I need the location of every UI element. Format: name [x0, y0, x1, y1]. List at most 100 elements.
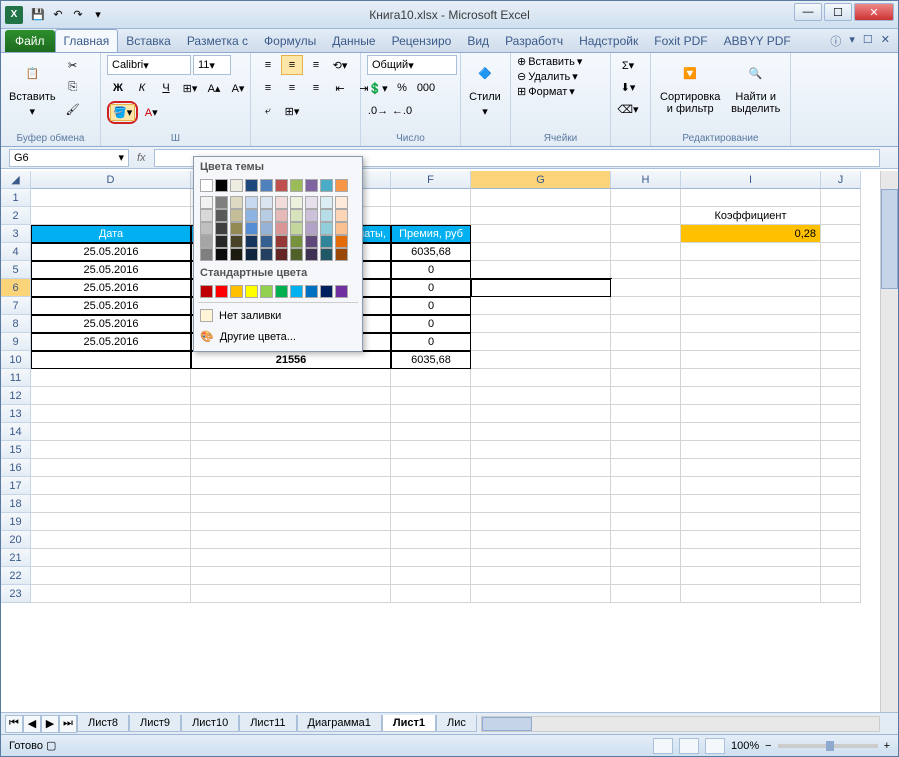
cell[interactable]: 0 [391, 279, 471, 297]
currency-button[interactable]: 💲▾ [367, 78, 389, 98]
cell[interactable] [191, 531, 391, 549]
cell[interactable] [681, 567, 821, 585]
cell[interactable] [611, 369, 681, 387]
percent-button[interactable]: % [391, 78, 413, 98]
cell[interactable]: Премия, руб [391, 225, 471, 243]
cell[interactable]: 6035,68 [391, 243, 471, 261]
sheet-nav-next[interactable]: ▶ [41, 715, 59, 733]
border-button[interactable]: ⊞▾ [179, 78, 201, 98]
cell[interactable] [471, 279, 611, 297]
align-right-button[interactable]: ≡ [305, 78, 327, 98]
cell[interactable] [471, 207, 611, 225]
orientation-button[interactable]: ⟲▾ [329, 55, 351, 75]
color-swatch[interactable] [230, 248, 243, 261]
sheet-tab[interactable]: Диаграмма1 [297, 715, 382, 732]
color-swatch[interactable] [260, 209, 273, 222]
cell[interactable] [31, 549, 191, 567]
cell[interactable] [391, 423, 471, 441]
row-header[interactable]: 9 [1, 333, 31, 351]
file-tab[interactable]: Файл [5, 30, 55, 52]
row-header[interactable]: 4 [1, 243, 31, 261]
color-swatch[interactable] [245, 196, 258, 209]
cell[interactable] [681, 459, 821, 477]
cell[interactable] [611, 567, 681, 585]
cell[interactable] [681, 549, 821, 567]
sheet-tab[interactable]: Лист8 [77, 715, 129, 732]
align-top-button[interactable]: ≡ [257, 55, 279, 75]
cell[interactable] [191, 369, 391, 387]
cell[interactable] [191, 423, 391, 441]
hscroll-thumb[interactable] [482, 717, 532, 731]
color-swatch[interactable] [245, 209, 258, 222]
color-swatch[interactable] [215, 196, 228, 209]
cell[interactable] [611, 531, 681, 549]
cell[interactable] [31, 513, 191, 531]
cell[interactable] [391, 495, 471, 513]
tab-formulas[interactable]: Формулы [256, 30, 324, 52]
zoom-thumb[interactable] [826, 741, 834, 751]
italic-button[interactable]: К [131, 78, 153, 98]
cell[interactable] [191, 441, 391, 459]
color-swatch[interactable] [335, 179, 348, 192]
row-header[interactable]: 14 [1, 423, 31, 441]
cell[interactable] [31, 585, 191, 603]
color-swatch[interactable] [320, 285, 333, 298]
increase-decimal-button[interactable]: .0→ [367, 101, 389, 121]
cell[interactable] [391, 513, 471, 531]
color-swatch[interactable] [305, 209, 318, 222]
tab-abbyy[interactable]: ABBYY PDF [716, 30, 799, 52]
shrink-font-button[interactable]: A▾ [227, 78, 249, 98]
cell[interactable] [471, 333, 611, 351]
column-header-H[interactable]: H [611, 171, 681, 189]
cell[interactable] [471, 549, 611, 567]
cell[interactable] [821, 261, 861, 279]
row-header[interactable]: 1 [1, 189, 31, 207]
cell[interactable] [821, 369, 861, 387]
fx-icon[interactable]: fx [137, 152, 146, 164]
color-swatch[interactable] [275, 248, 288, 261]
cell[interactable] [821, 423, 861, 441]
color-swatch[interactable] [335, 222, 348, 235]
cell[interactable] [31, 441, 191, 459]
color-swatch[interactable] [260, 196, 273, 209]
cell[interactable] [611, 243, 681, 261]
clear-button[interactable]: ⌫▾ [617, 99, 639, 119]
cell[interactable]: 25.05.2016 [31, 315, 191, 333]
cell[interactable] [31, 405, 191, 423]
macro-record-icon[interactable]: ▢ [46, 740, 56, 752]
cell[interactable] [611, 477, 681, 495]
cell[interactable] [821, 495, 861, 513]
wrap-text-button[interactable]: ⤶ [257, 101, 279, 121]
paste-button[interactable]: 📋 Вставить ▾ [7, 55, 58, 120]
cell[interactable] [611, 423, 681, 441]
row-header[interactable]: 7 [1, 297, 31, 315]
horizontal-scrollbar[interactable] [481, 716, 880, 732]
cell[interactable] [191, 495, 391, 513]
cell[interactable]: 21556 [191, 351, 391, 369]
color-swatch[interactable] [245, 248, 258, 261]
color-swatch[interactable] [290, 222, 303, 235]
cell[interactable] [611, 495, 681, 513]
cell[interactable] [611, 225, 681, 243]
color-swatch[interactable] [260, 235, 273, 248]
cell[interactable] [471, 261, 611, 279]
color-swatch[interactable] [230, 209, 243, 222]
tab-data[interactable]: Данные [324, 30, 383, 52]
color-swatch[interactable] [275, 196, 288, 209]
color-swatch[interactable] [320, 235, 333, 248]
color-swatch[interactable] [290, 196, 303, 209]
tab-view[interactable]: Вид [459, 30, 497, 52]
cell[interactable] [681, 495, 821, 513]
color-swatch[interactable] [230, 285, 243, 298]
color-swatch[interactable] [245, 235, 258, 248]
cell[interactable] [681, 585, 821, 603]
column-header-J[interactable]: J [821, 171, 861, 189]
color-swatch[interactable] [305, 196, 318, 209]
color-swatch[interactable] [290, 179, 303, 192]
cell[interactable] [31, 567, 191, 585]
row-header[interactable]: 6 [1, 279, 31, 297]
tab-developer[interactable]: Разработч [497, 30, 571, 52]
cell[interactable] [681, 531, 821, 549]
color-swatch[interactable] [290, 248, 303, 261]
cell[interactable] [391, 549, 471, 567]
